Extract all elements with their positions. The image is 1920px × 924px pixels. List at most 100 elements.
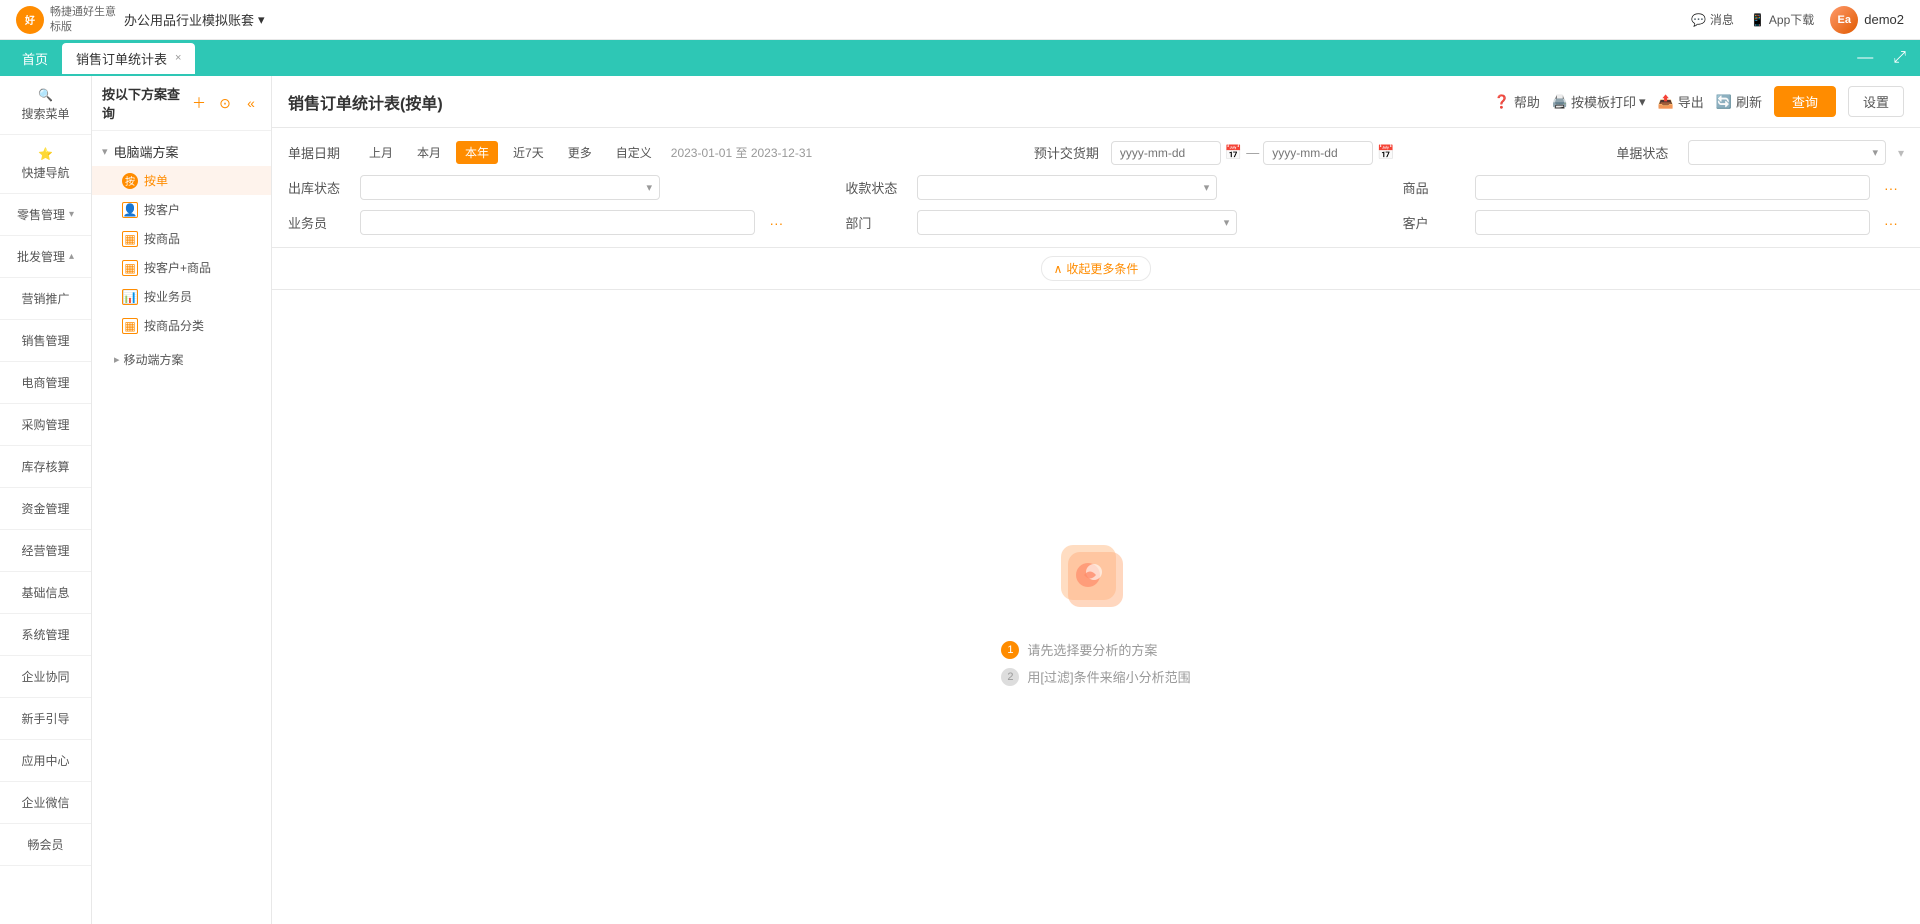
- top-bar: 好 畅捷通好生意 标版 办公用品行业模拟账套 ▾ 💬 消息 📱 App下载 Ea…: [0, 0, 1920, 40]
- export-button[interactable]: 📤 导出: [1658, 92, 1704, 111]
- chevron-up-icon: ▴: [69, 251, 74, 262]
- empty-hints: 1 请先选择要分析的方案 2 用[过滤]条件来缩小分析范围: [1001, 640, 1190, 694]
- account-selector[interactable]: 办公用品行业模拟账套 ▾: [124, 10, 265, 29]
- filter-row-3: 业务员 ··· 部门 客户: [288, 210, 1904, 235]
- expected-date-inputs: 📅 — 📅: [1111, 141, 1395, 165]
- tree-expand-mobile-icon: ▸: [114, 353, 120, 366]
- out-status-select[interactable]: [360, 175, 660, 200]
- sidebar-item-purchase[interactable]: 采购管理: [0, 404, 91, 446]
- out-status-label: 出库状态: [288, 178, 348, 197]
- chevron-down-icon: ▾: [69, 209, 74, 220]
- sidebar-item-membership[interactable]: 畅会员: [0, 824, 91, 866]
- sidebar-item-appcenter[interactable]: 应用中心: [0, 740, 91, 782]
- goods-more-icon[interactable]: ···: [1878, 176, 1904, 200]
- sidebar-item-enterprise[interactable]: 企业协同: [0, 656, 91, 698]
- salesperson-icon: 📊: [122, 289, 138, 305]
- sidebar-item-corpwechat[interactable]: 企业微信: [0, 782, 91, 824]
- sidebar-item-retail[interactable]: 零售管理 ▾: [0, 194, 91, 236]
- dept-select[interactable]: [917, 210, 1237, 235]
- refresh-button[interactable]: 🔄 刷新: [1716, 92, 1762, 111]
- salesperson-group: ···: [360, 210, 789, 235]
- calendar-end-icon[interactable]: 📅: [1377, 144, 1394, 161]
- this-year-btn[interactable]: 本年: [456, 141, 498, 164]
- calendar-start-icon[interactable]: 📅: [1225, 144, 1242, 161]
- download-icon: 📱: [1750, 13, 1765, 27]
- minimize-icon[interactable]: —: [1851, 47, 1879, 69]
- sidebar-item-sales[interactable]: 销售管理: [0, 320, 91, 362]
- tree-item-by-customer-goods[interactable]: ▦ 按客户+商品: [92, 253, 271, 282]
- sidebar-item-quicknav[interactable]: ⭐ 快捷导航: [0, 135, 91, 194]
- top-bar-left: 好 畅捷通好生意 标版 办公用品行业模拟账套 ▾: [16, 5, 265, 34]
- add-scheme-button[interactable]: ＋: [189, 93, 209, 113]
- tree-group-header-pc[interactable]: ▾ 电脑端方案: [92, 137, 271, 166]
- customer-input[interactable]: [1475, 210, 1870, 235]
- query-button[interactable]: 查询: [1774, 86, 1836, 117]
- panel-title: 按以下方案查询: [102, 84, 183, 122]
- tree-item-by-salesperson[interactable]: 📊 按业务员: [92, 282, 271, 311]
- sidebar-item-system[interactable]: 系统管理: [0, 614, 91, 656]
- logo-area: 好 畅捷通好生意 标版: [16, 5, 116, 34]
- filter-row-2: 出库状态 收款状态: [288, 175, 1904, 200]
- collapse-panel-button[interactable]: «: [241, 93, 261, 113]
- sidebar-item-ecommerce[interactable]: 电商管理: [0, 362, 91, 404]
- page-title: 销售订单统计表(按单): [288, 90, 443, 114]
- prev-month-btn[interactable]: 上月: [360, 141, 402, 164]
- sidebar-item-inventory[interactable]: 库存核算: [0, 446, 91, 488]
- tab-close-icon[interactable]: ×: [175, 52, 181, 64]
- order-icon: 按: [122, 173, 138, 189]
- maximize-icon[interactable]: ⤢: [1887, 47, 1912, 69]
- tab-home[interactable]: 首页: [8, 43, 62, 74]
- sidebar-item-operations[interactable]: 经营管理: [0, 530, 91, 572]
- last7-btn[interactable]: 近7天: [504, 141, 553, 164]
- template-print-button[interactable]: 🖨️ 按模板打印 ▾: [1552, 92, 1646, 111]
- dept-label: 部门: [845, 213, 905, 232]
- custom-btn[interactable]: 自定义: [607, 141, 661, 164]
- sidebar-item-marketing[interactable]: 营销推广: [0, 278, 91, 320]
- sidebar-item-wholesale[interactable]: 批发管理 ▴: [0, 236, 91, 278]
- export-icon: 📤: [1658, 94, 1674, 110]
- doc-status-select[interactable]: [1688, 140, 1886, 165]
- tree-subgroup-mobile[interactable]: ▸ 移动端方案: [92, 346, 271, 373]
- settings-button[interactable]: 设置: [1848, 86, 1904, 117]
- scheme-settings-button[interactable]: ⊙: [215, 93, 235, 113]
- sidebar-item-basic[interactable]: 基础信息: [0, 572, 91, 614]
- out-status-group: [360, 175, 789, 200]
- goods-input[interactable]: [1475, 175, 1870, 200]
- expected-date-start[interactable]: [1111, 141, 1221, 165]
- help-button[interactable]: ❓ 帮助: [1494, 92, 1540, 111]
- chevron-up-icon: ∧: [1054, 262, 1063, 276]
- more-btn[interactable]: 更多: [559, 141, 601, 164]
- payment-status-select[interactable]: [917, 175, 1217, 200]
- empty-hint-1: 1 请先选择要分析的方案: [1001, 640, 1190, 659]
- goods-group: ···: [1475, 175, 1904, 200]
- app-download-button[interactable]: 📱 App下载: [1750, 11, 1814, 28]
- date-quick-buttons: 上月 本月 本年 近7天 更多 自定义 2023-01-01 至 2023-12…: [360, 141, 812, 164]
- doc-status-expand-icon: ▾: [1898, 146, 1904, 160]
- tab-sales-stats[interactable]: 销售订单统计表 ×: [62, 43, 195, 74]
- tree-item-by-customer[interactable]: 👤 按客户: [92, 195, 271, 224]
- user-menu[interactable]: Ea demo2: [1830, 6, 1904, 34]
- messages-button[interactable]: 💬 消息: [1691, 11, 1734, 28]
- filter-row-1: 单据日期 上月 本月 本年 近7天 更多 自定义 2023-01-01 至 20…: [288, 140, 1904, 165]
- customer-more-icon[interactable]: ···: [1878, 211, 1904, 235]
- logo-icon: 好: [16, 6, 44, 34]
- tree-item-by-category[interactable]: ▦ 按商品分类: [92, 311, 271, 340]
- tree-item-by-order[interactable]: 按 按单: [92, 166, 271, 195]
- salesperson-more-icon[interactable]: ···: [763, 211, 789, 235]
- collapse-button[interactable]: ∧ 收起更多条件: [1041, 256, 1152, 281]
- sidebar: 🔍 搜索菜单 ⭐ 快捷导航 零售管理 ▾ 批发管理 ▴ 营销推广 销售管理 电商…: [0, 76, 92, 924]
- hint-number-1: 1: [1001, 641, 1019, 659]
- tree-item-by-goods[interactable]: ▦ 按商品: [92, 224, 271, 253]
- date-label: 单据日期: [288, 143, 348, 162]
- sidebar-item-newbie[interactable]: 新手引导: [0, 698, 91, 740]
- this-month-btn[interactable]: 本月: [408, 141, 450, 164]
- salesperson-input[interactable]: [360, 210, 755, 235]
- expected-date-end[interactable]: [1263, 141, 1373, 165]
- nav-tab-controls: — ⤢: [1851, 47, 1912, 69]
- main-layout: 🔍 搜索菜单 ⭐ 快捷导航 零售管理 ▾ 批发管理 ▴ 营销推广 销售管理 电商…: [0, 76, 1920, 924]
- salesperson-label: 业务员: [288, 213, 348, 232]
- sidebar-item-finance[interactable]: 资金管理: [0, 488, 91, 530]
- payment-status-label: 收款状态: [845, 178, 905, 197]
- sidebar-item-search[interactable]: 🔍 搜索菜单: [0, 76, 91, 135]
- empty-hint-2: 2 用[过滤]条件来缩小分析范围: [1001, 667, 1190, 686]
